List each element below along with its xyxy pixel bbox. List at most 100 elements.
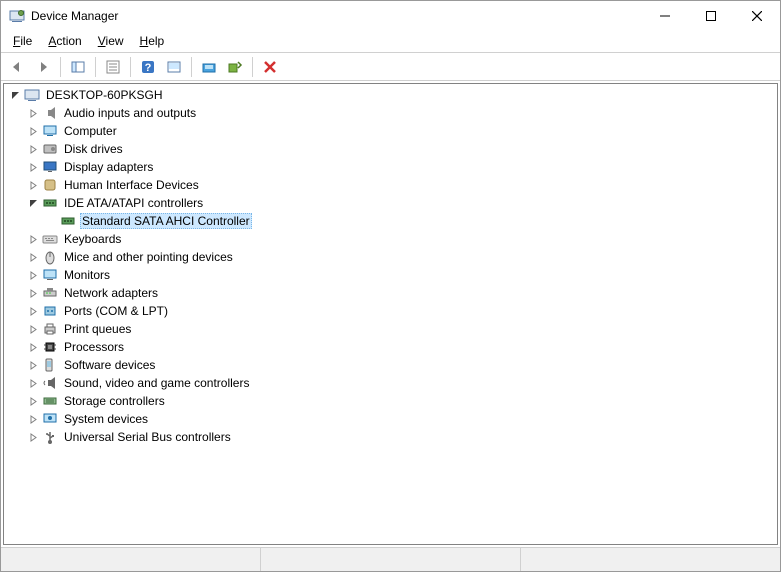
tree-category-row[interactable]: Software devices	[26, 356, 777, 374]
chevron-right-icon[interactable]	[26, 142, 40, 156]
menu-help[interactable]: Help	[134, 33, 171, 49]
svg-text:?: ?	[145, 62, 152, 74]
tree-category-row[interactable]: IDE ATA/ATAPI controllers	[26, 194, 777, 212]
mouse-icon	[42, 249, 58, 265]
ports-icon	[42, 303, 58, 319]
tree-category-label: Storage controllers	[62, 394, 167, 408]
maximize-button[interactable]	[688, 1, 734, 31]
tree-category-row[interactable]: Human Interface Devices	[26, 176, 777, 194]
chevron-right-icon[interactable]	[26, 250, 40, 264]
network-icon	[42, 285, 58, 301]
tree-category-label: Print queues	[62, 322, 133, 336]
chevron-right-icon[interactable]	[26, 124, 40, 138]
tree-category-label: Keyboards	[62, 232, 123, 246]
minimize-button[interactable]	[642, 1, 688, 31]
toolbar-separator	[252, 57, 253, 77]
chevron-right-icon[interactable]	[26, 394, 40, 408]
tree-category-label: Disk drives	[62, 142, 125, 156]
properties-button[interactable]	[101, 55, 125, 79]
toolbar: ?	[1, 53, 780, 81]
software-icon	[42, 357, 58, 373]
tree-category-row[interactable]: Display adapters	[26, 158, 777, 176]
audio-icon	[42, 105, 58, 121]
tree-category-row[interactable]: Ports (COM & LPT)	[26, 302, 777, 320]
tree-category-row[interactable]: System devices	[26, 410, 777, 428]
menu-file[interactable]: File	[7, 33, 38, 49]
content-area: DESKTOP-60PKSGH Audio inputs and outputs…	[3, 83, 778, 545]
monitor-icon	[42, 267, 58, 283]
tree-category-label: System devices	[62, 412, 150, 426]
hid-icon	[42, 177, 58, 193]
help-button[interactable]: ?	[136, 55, 160, 79]
printer-icon	[42, 321, 58, 337]
tree-category-row[interactable]: Computer	[26, 122, 777, 140]
menu-view[interactable]: View	[92, 33, 130, 49]
window-title: Device Manager	[31, 9, 642, 23]
statusbar-cell	[1, 548, 261, 571]
chevron-down-icon[interactable]	[8, 88, 22, 102]
tree-category-row[interactable]: Processors	[26, 338, 777, 356]
menu-action[interactable]: Action	[42, 33, 87, 49]
tree-category-label: Sound, video and game controllers	[62, 376, 251, 390]
chevron-right-icon[interactable]	[26, 106, 40, 120]
tree-category-label: Monitors	[62, 268, 112, 282]
tree-category-row[interactable]: Universal Serial Bus controllers	[26, 428, 777, 446]
chevron-right-icon[interactable]	[26, 160, 40, 174]
chevron-right-icon[interactable]	[26, 268, 40, 282]
disable-device-button[interactable]	[258, 55, 282, 79]
forward-button[interactable]	[31, 55, 55, 79]
disk-icon	[42, 141, 58, 157]
chevron-right-icon[interactable]	[26, 232, 40, 246]
chevron-right-icon[interactable]	[26, 340, 40, 354]
update-driver-button[interactable]	[197, 55, 221, 79]
chevron-right-icon[interactable]	[26, 412, 40, 426]
chevron-right-icon[interactable]	[26, 430, 40, 444]
chevron-right-icon[interactable]	[26, 178, 40, 192]
tree-category-label: Software devices	[62, 358, 157, 372]
toolbar-separator	[191, 57, 192, 77]
window-controls	[642, 1, 780, 31]
ide-device-icon	[60, 213, 76, 229]
tree-category-label: Ports (COM & LPT)	[62, 304, 170, 318]
tree-device-row[interactable]: Standard SATA AHCI Controller	[44, 212, 777, 230]
chevron-right-icon[interactable]	[26, 358, 40, 372]
tree-category-row[interactable]: Network adapters	[26, 284, 777, 302]
tree-category-row[interactable]: Storage controllers	[26, 392, 777, 410]
toolbar-separator	[60, 57, 61, 77]
chevron-right-icon[interactable]	[26, 286, 40, 300]
display-icon	[42, 159, 58, 175]
storage-icon	[42, 393, 58, 409]
chevron-right-icon[interactable]	[26, 376, 40, 390]
tree-category-row[interactable]: Monitors	[26, 266, 777, 284]
back-button[interactable]	[5, 55, 29, 79]
tree-category-label: Audio inputs and outputs	[62, 106, 198, 120]
statusbar-cell	[261, 548, 521, 571]
tree-category-label: IDE ATA/ATAPI controllers	[62, 196, 205, 210]
scan-hardware-button[interactable]	[162, 55, 186, 79]
chevron-right-icon[interactable]	[26, 322, 40, 336]
tree-category-row[interactable]: Keyboards	[26, 230, 777, 248]
tree-category-row[interactable]: Mice and other pointing devices	[26, 248, 777, 266]
tree-category-label: Mice and other pointing devices	[62, 250, 235, 264]
titlebar: Device Manager	[1, 1, 780, 31]
chevron-down-icon[interactable]	[26, 196, 40, 210]
cpu-icon	[42, 339, 58, 355]
tree-root-row[interactable]: DESKTOP-60PKSGH	[8, 86, 777, 104]
tree-category-row[interactable]: Print queues	[26, 320, 777, 338]
chevron-right-icon[interactable]	[26, 304, 40, 318]
app-icon	[9, 8, 25, 24]
usb-icon	[42, 429, 58, 445]
uninstall-device-button[interactable]	[223, 55, 247, 79]
device-tree[interactable]: DESKTOP-60PKSGH Audio inputs and outputs…	[4, 84, 777, 544]
statusbar	[1, 547, 780, 571]
keyboard-icon	[42, 231, 58, 247]
tree-category-row[interactable]: Sound, video and game controllers	[26, 374, 777, 392]
close-button[interactable]	[734, 1, 780, 31]
tree-category-label: Network adapters	[62, 286, 160, 300]
tree-category-row[interactable]: Audio inputs and outputs	[26, 104, 777, 122]
tree-category-label: Computer	[62, 124, 119, 138]
tree-category-row[interactable]: Disk drives	[26, 140, 777, 158]
tree-category-label: Processors	[62, 340, 126, 354]
tree-device-label: Standard SATA AHCI Controller	[80, 213, 252, 229]
show-hide-console-tree-button[interactable]	[66, 55, 90, 79]
